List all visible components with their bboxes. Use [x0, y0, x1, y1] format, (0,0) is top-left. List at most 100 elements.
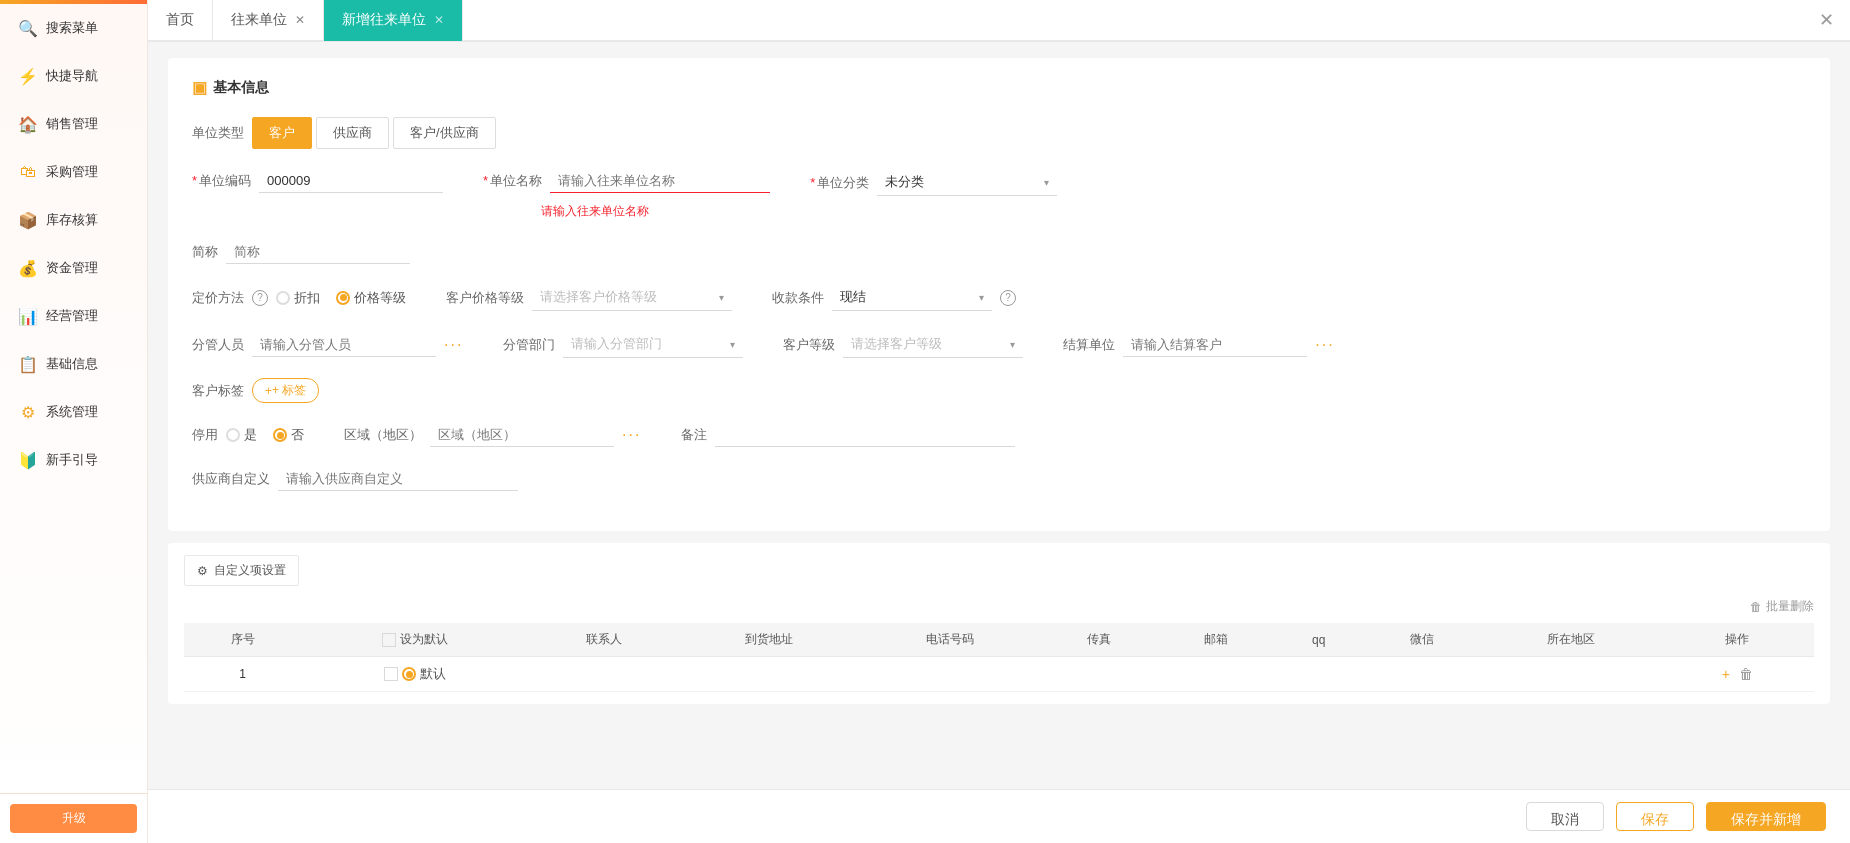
region-group: 区域（地区） ··· [344, 423, 641, 447]
disabled-yes-radio[interactable]: 是 [226, 426, 257, 444]
add-tag-icon: + [265, 384, 272, 398]
unit-type-row: 单位类型 客户 供应商 客户/供应商 [192, 117, 1806, 149]
unit-name-input[interactable] [550, 169, 770, 193]
unit-code-input[interactable] [259, 169, 443, 193]
sales-icon: 🏠 [18, 114, 38, 134]
sidebar-bottom: 升级 [0, 793, 147, 843]
col-qq: qq [1274, 623, 1363, 657]
sidebar-item-label: 基础信息 [46, 355, 98, 373]
sidebar-item-basic[interactable]: 📋 基础信息 [0, 340, 147, 388]
department-select[interactable]: 请输入分管部门 ▾ [563, 331, 743, 358]
row-phone [860, 657, 1041, 692]
price-level-label: 价格等级 [354, 289, 406, 307]
sidebar-item-quick-nav[interactable]: ⚡ 快捷导航 [0, 52, 147, 100]
pricing-discount-radio[interactable]: 折扣 [276, 289, 320, 307]
pricing-help-icon[interactable]: ? [252, 290, 268, 306]
basic-icon: 📋 [18, 354, 38, 374]
pricing-level-radio[interactable]: 价格等级 [336, 289, 406, 307]
row-qq [1274, 657, 1363, 692]
sidebar-item-finance[interactable]: 💰 资金管理 [0, 244, 147, 292]
contact-table: 序号 设为默认 联系人 到货地址 电话号码 传真 邮箱 qq [184, 623, 1814, 692]
disabled-no-circle [273, 428, 287, 442]
save-button[interactable]: 保存 [1616, 802, 1694, 831]
basic-info-section: ▣ 基本信息 单位类型 客户 供应商 客户/供应商 *单位编码 [168, 58, 1830, 531]
unit-category-group: *单位分类 未分类 ▾ [810, 169, 1057, 196]
upgrade-button[interactable]: 升级 [10, 804, 137, 833]
row-region [1480, 657, 1661, 692]
col-email: 邮箱 [1157, 623, 1274, 657]
sidebar-item-operation[interactable]: 📊 经营管理 [0, 292, 147, 340]
col-default: 设为默认 [301, 623, 530, 657]
unit-type-supplier-btn[interactable]: 供应商 [316, 117, 389, 149]
unit-name-error: 请输入往来单位名称 [541, 203, 649, 220]
col-action: 操作 [1661, 623, 1814, 657]
chevron-down-icon: ▾ [1010, 339, 1015, 350]
sidebar-item-label: 经营管理 [46, 307, 98, 325]
add-tag-button[interactable]: + + 标签 [252, 378, 319, 403]
payment-terms-help-icon[interactable]: ? [1000, 290, 1016, 306]
select-all-checkbox[interactable] [382, 633, 396, 647]
settlement-unit-input[interactable] [1123, 333, 1307, 357]
sidebar-item-inventory[interactable]: 📦 库存核算 [0, 196, 147, 244]
delete-row-button[interactable]: 🗑 [1739, 666, 1753, 682]
custom-settings-button[interactable]: ⚙ 自定义项设置 [184, 555, 299, 586]
unit-type-customer-btn[interactable]: 客户 [252, 117, 312, 149]
disabled-no-radio[interactable]: 否 [273, 426, 304, 444]
short-name-input[interactable] [226, 240, 410, 264]
manager-more-btn[interactable]: ··· [444, 336, 463, 354]
price-level-radio-circle [336, 291, 350, 305]
manager-label: 分管人员 [192, 336, 244, 354]
customer-level-select[interactable]: 请选择客户等级 ▾ [843, 331, 1023, 358]
section-title-icon: ▣ [192, 78, 207, 97]
settlement-unit-more-btn[interactable]: ··· [1315, 336, 1334, 354]
customer-level-label: 客户等级 [783, 336, 835, 354]
sidebar-item-search[interactable]: 🔍 搜索菜单 [0, 4, 147, 52]
sidebar-item-label: 销售管理 [46, 115, 98, 133]
settlement-unit-label: 结算单位 [1063, 336, 1115, 354]
add-row-button[interactable]: + [1722, 666, 1730, 682]
section-title-text: 基本信息 [213, 79, 269, 97]
row-email [1157, 657, 1274, 692]
tab-new-partner-close[interactable]: ✕ [434, 13, 444, 27]
disabled-label: 停用 [192, 426, 218, 444]
operation-icon: 📊 [18, 306, 38, 326]
unit-category-select[interactable]: 未分类 ▾ [877, 169, 1057, 196]
region-more-btn[interactable]: ··· [622, 426, 641, 444]
cancel-button[interactable]: 取消 [1526, 802, 1604, 831]
sidebar-item-system[interactable]: ⚙ 系统管理 [0, 388, 147, 436]
row-checkbox[interactable] [384, 667, 398, 681]
customer-level-placeholder: 请选择客户等级 [851, 335, 942, 353]
pricing-row: 定价方法 ? 折扣 价格等级 [192, 284, 1806, 311]
supplier-custom-input[interactable] [278, 467, 518, 491]
tab-new-partner[interactable]: 新增往来单位 ✕ [324, 0, 463, 41]
sidebar-item-label: 系统管理 [46, 403, 98, 421]
batch-delete-button[interactable]: 🗑 批量删除 [1750, 598, 1814, 615]
tab-partner[interactable]: 往来单位 ✕ [213, 0, 324, 41]
sidebar-item-purchase[interactable]: 🛍 采购管理 [0, 148, 147, 196]
tab-home[interactable]: 首页 [148, 0, 213, 41]
row-default: 默认 [301, 657, 530, 692]
col-contact: 联系人 [530, 623, 679, 657]
row-default-radio-circle [402, 667, 416, 681]
unit-code-label: *单位编码 [192, 172, 251, 190]
manager-group: 分管人员 ··· [192, 333, 463, 357]
unit-name-group: *单位名称 请输入往来单位名称 [483, 169, 770, 220]
batch-delete-label: 批量删除 [1766, 598, 1814, 615]
unit-code-group: *单位编码 [192, 169, 443, 193]
manager-input[interactable] [252, 333, 436, 357]
payment-terms-select[interactable]: 现结 ▾ [832, 284, 992, 311]
sidebar-item-sales[interactable]: 🏠 销售管理 [0, 100, 147, 148]
tab-partner-close[interactable]: ✕ [295, 13, 305, 27]
unit-type-both-btn[interactable]: 客户/供应商 [393, 117, 496, 149]
row-default-radio[interactable]: 默认 [402, 665, 446, 683]
sidebar-item-guide[interactable]: 🔰 新手引导 [0, 436, 147, 484]
customer-price-level-select[interactable]: 请选择客户价格等级 ▾ [532, 284, 732, 311]
unit-type-label: 单位类型 [192, 124, 244, 142]
chevron-down-icon: ▾ [1044, 177, 1049, 188]
save-and-new-button[interactable]: 保存并新增 [1706, 802, 1826, 831]
tabs-close-all[interactable]: ✕ [1803, 9, 1850, 31]
remark-input[interactable] [715, 423, 1015, 447]
region-input[interactable] [430, 423, 614, 447]
col-address: 到货地址 [679, 623, 860, 657]
purchase-icon: 🛍 [18, 162, 38, 182]
